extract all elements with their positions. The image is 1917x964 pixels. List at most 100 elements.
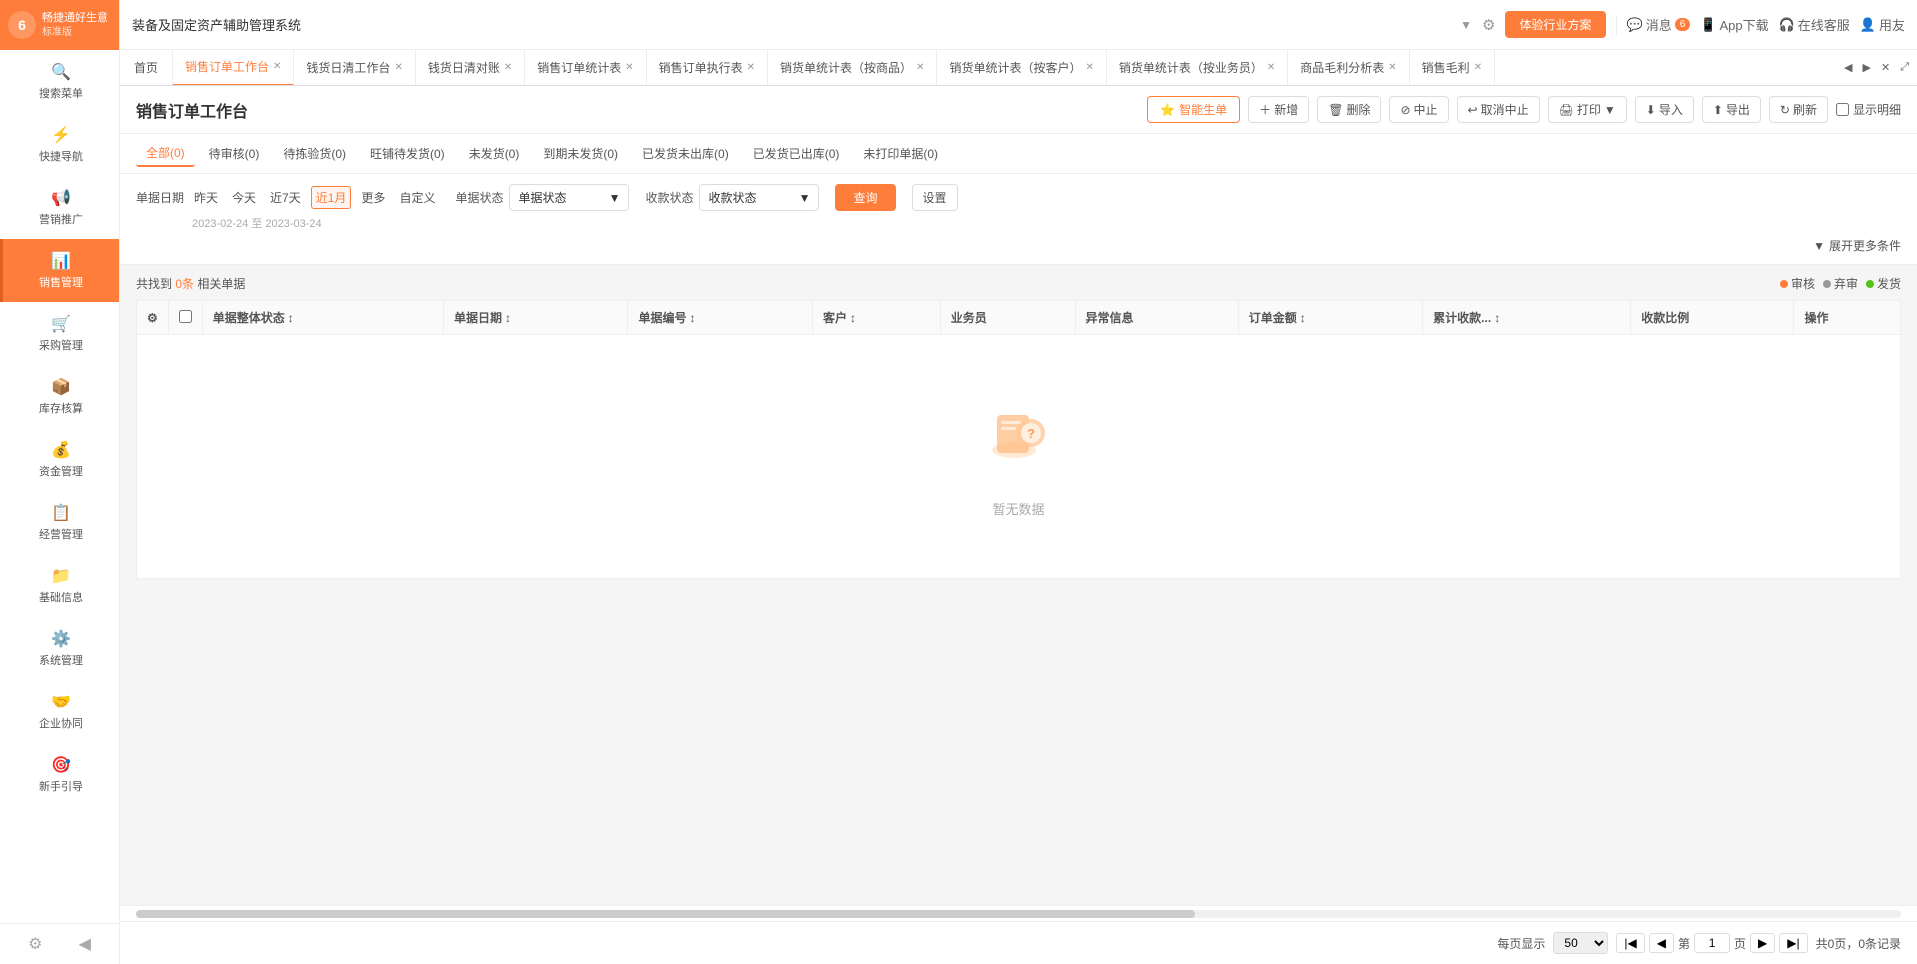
tab-scroll-left[interactable]: ◀	[1840, 59, 1856, 76]
status-select-arrow: ▼	[609, 191, 621, 205]
print-button[interactable]: 🖨 打印 ▼	[1548, 96, 1627, 123]
filter-tab-4[interactable]: 未发货(0)	[459, 141, 530, 166]
payment-select[interactable]: 收款状态 ▼	[699, 184, 819, 211]
sidebar: 6 畅捷通好生意 标准版 🔍搜索菜单⚡快捷导航📢营销推广📊销售管理🛒采购管理📦库…	[0, 0, 120, 964]
sort-customer[interactable]: 客户↕	[823, 309, 930, 326]
sort-status[interactable]: 单据整体状态↕	[213, 309, 433, 326]
th-settings[interactable]: ⚙	[137, 301, 169, 335]
tab-close-5[interactable]: ✕	[747, 62, 755, 73]
sidebar-item-6[interactable]: 💰资金管理	[0, 428, 119, 491]
tab-7[interactable]: 销货单统计表（按客户）✕	[937, 50, 1106, 86]
tab-8[interactable]: 销货单统计表（按业务员）✕	[1107, 50, 1288, 86]
show-detail-checkbox[interactable]	[1836, 103, 1849, 116]
filter-tab-1[interactable]: 待审核(0)	[199, 141, 270, 166]
scrollbar-thumb[interactable]	[136, 910, 1195, 918]
sidebar-item-8[interactable]: 📁基础信息	[0, 554, 119, 617]
refresh-button[interactable]: ↻ 刷新	[1769, 96, 1828, 123]
date-option-昨天[interactable]: 昨天	[190, 187, 222, 208]
date-option-自定义[interactable]: 自定义	[395, 187, 439, 208]
date-option-近1月[interactable]: 近1月	[311, 186, 352, 209]
collapse-icon[interactable]: ◀	[79, 934, 91, 954]
delete-button[interactable]: 🗑 删除	[1317, 96, 1381, 123]
sidebar-item-7[interactable]: 📋经营管理	[0, 491, 119, 554]
messages-button[interactable]: 💬 消息 6	[1627, 15, 1691, 34]
tab-maximize[interactable]: ⤢	[1896, 59, 1913, 76]
export-button[interactable]: ⬆ 导出	[1702, 96, 1761, 123]
cancel-stop-button[interactable]: ↩ 取消中止	[1457, 96, 1540, 123]
tab-close-3[interactable]: ✕	[504, 62, 512, 73]
filter-tab-2[interactable]: 待拣验货(0)	[273, 141, 356, 166]
filter-tab-0[interactable]: 全部(0)	[136, 140, 195, 167]
audit-dot	[1780, 280, 1788, 288]
online-support-button[interactable]: 🎧 在线客服	[1779, 15, 1850, 34]
sidebar-item-4[interactable]: 🛒采购管理	[0, 302, 119, 365]
filter-tab-5[interactable]: 到期未发货(0)	[533, 141, 628, 166]
set-button[interactable]: 设置	[912, 184, 958, 211]
sidebar-item-1[interactable]: ⚡快捷导航	[0, 113, 119, 176]
sidebar-item-11[interactable]: 🎯新手引导	[0, 743, 119, 806]
tab-0[interactable]: 首页	[120, 50, 173, 86]
sidebar-item-5[interactable]: 📦库存核算	[0, 365, 119, 428]
tab-1[interactable]: 销售订单工作台✕	[173, 50, 294, 86]
show-detail-toggle[interactable]: 显示明细	[1836, 101, 1901, 118]
tab-close-9[interactable]: ✕	[1388, 62, 1396, 73]
tab-2[interactable]: 钱货日清工作台✕	[294, 50, 415, 86]
date-option-更多[interactable]: 更多	[357, 187, 389, 208]
ship-action-button[interactable]: 发货	[1866, 275, 1901, 292]
sort-date[interactable]: 单据日期↕	[454, 309, 617, 326]
page-number-input[interactable]	[1694, 933, 1730, 953]
date-option-近7天[interactable]: 近7天	[266, 187, 305, 208]
sort-amount[interactable]: 订单金额↕	[1249, 309, 1412, 326]
sort-collected[interactable]: 累计收款...↕	[1433, 309, 1620, 326]
filter-tab-8[interactable]: 未打印单据(0)	[853, 141, 948, 166]
sidebar-item-0[interactable]: 🔍搜索菜单	[0, 50, 119, 113]
sidebar-item-2[interactable]: 📢营销推广	[0, 176, 119, 239]
tab-close-6[interactable]: ✕	[916, 62, 924, 73]
filter-tab-3[interactable]: 旺铺待发货(0)	[360, 141, 455, 166]
page-size-select[interactable]: 20 50 100	[1553, 932, 1608, 954]
topbar-dropdown-icon[interactable]: ▼	[1460, 18, 1472, 32]
tab-close-10[interactable]: ✕	[1474, 62, 1482, 73]
next-page-button[interactable]: ▶	[1750, 933, 1775, 953]
filter-tab-6[interactable]: 已发货未出库(0)	[632, 141, 739, 166]
prev-page-button[interactable]: ◀	[1649, 933, 1674, 953]
tab-close-7[interactable]: ✕	[1085, 62, 1093, 73]
settings-icon[interactable]: ⚙	[28, 934, 42, 954]
sort-number[interactable]: 单据编号↕	[638, 309, 801, 326]
audit-action-button[interactable]: 审核	[1780, 275, 1815, 292]
smart-create-button[interactable]: ⭐ 智能生单	[1147, 96, 1240, 123]
sidebar-item-3[interactable]: 📊销售管理	[0, 239, 119, 302]
th-checkbox[interactable]	[168, 301, 202, 335]
last-page-button[interactable]: ▶|	[1779, 933, 1807, 953]
tab-scroll-right[interactable]: ▶	[1859, 59, 1875, 76]
status-select[interactable]: 单据状态 ▼	[509, 184, 629, 211]
app-download-button[interactable]: 📱 App下载	[1700, 15, 1768, 34]
sidebar-item-10[interactable]: 🤝企业协同	[0, 680, 119, 743]
tab-4[interactable]: 销售订单统计表✕	[525, 50, 646, 86]
horizontal-scrollbar[interactable]	[120, 905, 1917, 921]
tab-5[interactable]: 销售订单执行表✕	[647, 50, 768, 86]
tab-10[interactable]: 销售毛利✕	[1410, 50, 1495, 86]
tab-9[interactable]: 商品毛利分析表✕	[1288, 50, 1409, 86]
user-menu[interactable]: 👤 用友	[1860, 15, 1905, 34]
tab-close-all[interactable]: ✕	[1877, 59, 1894, 76]
stop-button[interactable]: ⊘ 中止	[1389, 96, 1448, 123]
tab-close-8[interactable]: ✕	[1267, 62, 1275, 73]
select-all-checkbox[interactable]	[179, 310, 192, 323]
import-button[interactable]: ⬇ 导入	[1635, 96, 1694, 123]
query-button[interactable]: 查询	[835, 184, 895, 211]
cancel-audit-action-button[interactable]: 弃审	[1823, 275, 1858, 292]
topbar-settings-icon[interactable]: ⚙	[1482, 16, 1495, 34]
tab-close-1[interactable]: ✕	[273, 61, 281, 72]
add-button[interactable]: ＋ 新增	[1248, 96, 1309, 123]
tab-close-2[interactable]: ✕	[394, 62, 402, 73]
date-option-今天[interactable]: 今天	[228, 187, 260, 208]
tab-6[interactable]: 销货单统计表（按商品）✕	[768, 50, 937, 86]
tab-3[interactable]: 钱货日清对账✕	[416, 50, 525, 86]
filter-tab-7[interactable]: 已发货已出库(0)	[743, 141, 850, 166]
tab-close-4[interactable]: ✕	[625, 62, 633, 73]
sidebar-item-9[interactable]: ⚙️系统管理	[0, 617, 119, 680]
industry-solution-button[interactable]: 体验行业方案	[1505, 11, 1605, 38]
expand-conditions-button[interactable]: ▼ 展开更多条件	[1813, 237, 1901, 254]
first-page-button[interactable]: |◀	[1616, 933, 1644, 953]
